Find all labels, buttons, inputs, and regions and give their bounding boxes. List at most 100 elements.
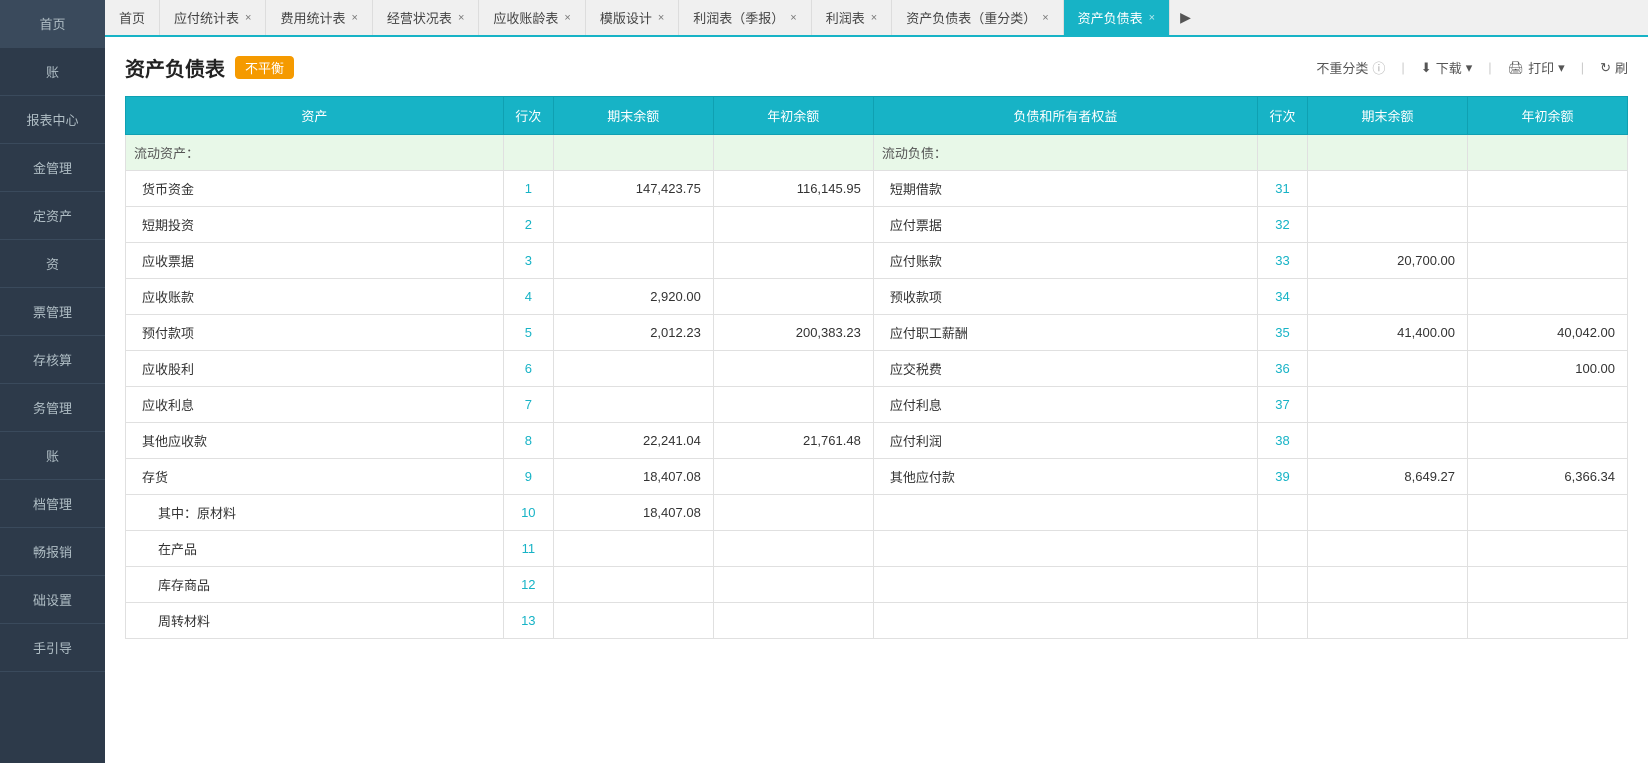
tab-operation-status[interactable]: 经营状况表 ×: [373, 0, 479, 35]
tab-scroll-right-icon[interactable]: ▶: [1170, 1, 1201, 34]
left-begin-balance: [713, 207, 873, 243]
sidebar-item-bills[interactable]: 票管理: [0, 288, 105, 336]
tab-close-operation-status[interactable]: ×: [458, 12, 464, 24]
left-row-num: 9: [503, 459, 553, 495]
tab-home[interactable]: 首页: [105, 0, 160, 35]
sidebar-item-home[interactable]: 首页: [0, 0, 105, 48]
print-icon: 🖨: [1508, 60, 1525, 76]
right-name: 其他应付款: [873, 459, 1257, 495]
sidebar-item-inventory[interactable]: 存核算: [0, 336, 105, 384]
table-row[interactable]: 应收利息 7 应付利息 37: [126, 387, 1628, 423]
page-actions: 不重分类 ⓘ | ⬇ 下载 ▾ | 🖨 打印 ▾ | ↻ 刷: [1316, 58, 1628, 77]
table-row[interactable]: 周转材料 13: [126, 603, 1628, 639]
left-row-num: 10: [503, 495, 553, 531]
left-end-balance: [553, 387, 713, 423]
tab-expense-stats[interactable]: 费用统计表 ×: [266, 0, 372, 35]
right-begin-balance: [1468, 171, 1628, 207]
tab-close-profit-quarterly[interactable]: ×: [790, 12, 796, 24]
table-row[interactable]: 存货 9 18,407.08 其他应付款 39 8,649.27 6,366.3…: [126, 459, 1628, 495]
tab-profit-quarterly[interactable]: 利润表（季报） ×: [679, 0, 811, 35]
tab-payable-stats[interactable]: 应付统计表 ×: [160, 0, 266, 35]
tab-close-template-design[interactable]: ×: [658, 12, 664, 24]
tab-receivable-aging[interactable]: 应收账龄表 ×: [479, 0, 585, 35]
tab-close-profit[interactable]: ×: [871, 12, 877, 24]
table-row[interactable]: 货币资金 1 147,423.75 116,145.95 短期借款 31: [126, 171, 1628, 207]
right-name: [873, 531, 1257, 567]
left-name: 预付款项: [126, 315, 504, 351]
left-end-balance: [553, 351, 713, 387]
section-right-label: 流动负债：: [873, 135, 1257, 171]
sidebar-item-settings[interactable]: 础设置: [0, 576, 105, 624]
left-name: 应收利息: [126, 387, 504, 423]
table-row[interactable]: 在产品 11: [126, 531, 1628, 567]
tab-close-balance-reclassified[interactable]: ×: [1042, 12, 1048, 24]
table-row[interactable]: 库存商品 12: [126, 567, 1628, 603]
sidebar-item-archive[interactable]: 档管理: [0, 480, 105, 528]
right-row-num: 34: [1258, 279, 1308, 315]
tab-balance-reclassified[interactable]: 资产负债表（重分类） ×: [892, 0, 1063, 35]
refresh-action[interactable]: ↻ 刷: [1600, 58, 1628, 77]
sidebar-item-investment[interactable]: 资: [0, 240, 105, 288]
print-action[interactable]: 🖨 打印 ▾: [1508, 58, 1565, 77]
right-end-balance: [1308, 387, 1468, 423]
right-end-balance: [1308, 603, 1468, 639]
right-end-balance: [1308, 207, 1468, 243]
download-action[interactable]: ⬇ 下载 ▾: [1421, 58, 1472, 77]
left-row-num: 3: [503, 243, 553, 279]
tab-close-balance[interactable]: ×: [1149, 12, 1155, 24]
sidebar-item-reports[interactable]: 报表中心: [0, 96, 105, 144]
tab-close-receivable-aging[interactable]: ×: [564, 12, 570, 24]
left-begin-balance: 200,383.23: [713, 315, 873, 351]
sidebar-item-account[interactable]: 账: [0, 48, 105, 96]
left-row-num: 7: [503, 387, 553, 423]
tab-balance[interactable]: 资产负债表 ×: [1064, 0, 1170, 35]
sidebar-item-tax[interactable]: 务管理: [0, 384, 105, 432]
right-end-balance: [1308, 531, 1468, 567]
sidebar-item-expense[interactable]: 畅报销: [0, 528, 105, 576]
tab-profit[interactable]: 利润表 ×: [812, 0, 892, 35]
right-begin-balance: [1468, 279, 1628, 315]
right-begin-balance: [1468, 603, 1628, 639]
table-row[interactable]: 短期投资 2 应付票据 32: [126, 207, 1628, 243]
table-row[interactable]: 预付款项 5 2,012.23 200,383.23 应付职工薪酬 35 41,…: [126, 315, 1628, 351]
print-chevron-icon: ▾: [1558, 60, 1565, 76]
table-row[interactable]: 其他应收款 8 22,241.04 21,761.48 应付利润 38: [126, 423, 1628, 459]
sidebar-item-guide[interactable]: 手引导: [0, 624, 105, 672]
right-begin-balance: [1468, 531, 1628, 567]
table-row[interactable]: 应收账款 4 2,920.00 预收款项 34: [126, 279, 1628, 315]
table-row[interactable]: 其中：原材料 10 18,407.08: [126, 495, 1628, 531]
main-area: 首页 应付统计表 × 费用统计表 × 经营状况表 × 应收账龄表 × 模版设计 …: [105, 0, 1648, 763]
table-row[interactable]: 应收票据 3 应付账款 33 20,700.00: [126, 243, 1628, 279]
left-name: 其中：原材料: [126, 495, 504, 531]
right-end-balance: 8,649.27: [1308, 459, 1468, 495]
left-row-num: 4: [503, 279, 553, 315]
sidebar-item-fixed-assets[interactable]: 定资产: [0, 192, 105, 240]
classification-action[interactable]: 不重分类 ⓘ: [1316, 58, 1385, 77]
left-end-balance: 18,407.08: [553, 459, 713, 495]
left-row-num: 8: [503, 423, 553, 459]
left-begin-balance: [713, 459, 873, 495]
right-begin-balance: [1468, 243, 1628, 279]
left-name: 应收股利: [126, 351, 504, 387]
classification-label: 不重分类: [1316, 58, 1368, 77]
right-begin-balance: 6,366.34: [1468, 459, 1628, 495]
sidebar-item-ledger[interactable]: 账: [0, 432, 105, 480]
left-begin-balance: [713, 387, 873, 423]
table-row[interactable]: 应收股利 6 应交税费 36 100.00: [126, 351, 1628, 387]
left-name: 存货: [126, 459, 504, 495]
header-assets: 资产: [126, 97, 504, 135]
tab-close-expense-stats[interactable]: ×: [351, 12, 357, 24]
right-begin-balance: [1468, 207, 1628, 243]
tab-close-payable-stats[interactable]: ×: [245, 12, 251, 24]
right-name: 预收款项: [873, 279, 1257, 315]
sidebar-item-cash[interactable]: 金管理: [0, 144, 105, 192]
right-row-num: 39: [1258, 459, 1308, 495]
left-end-balance: [553, 567, 713, 603]
left-name: 其他应收款: [126, 423, 504, 459]
tab-template-design[interactable]: 模版设计 ×: [586, 0, 679, 35]
right-row-num: 33: [1258, 243, 1308, 279]
right-row-num: 35: [1258, 315, 1308, 351]
left-begin-balance: [713, 279, 873, 315]
right-name: 应交税费: [873, 351, 1257, 387]
right-end-balance: [1308, 567, 1468, 603]
